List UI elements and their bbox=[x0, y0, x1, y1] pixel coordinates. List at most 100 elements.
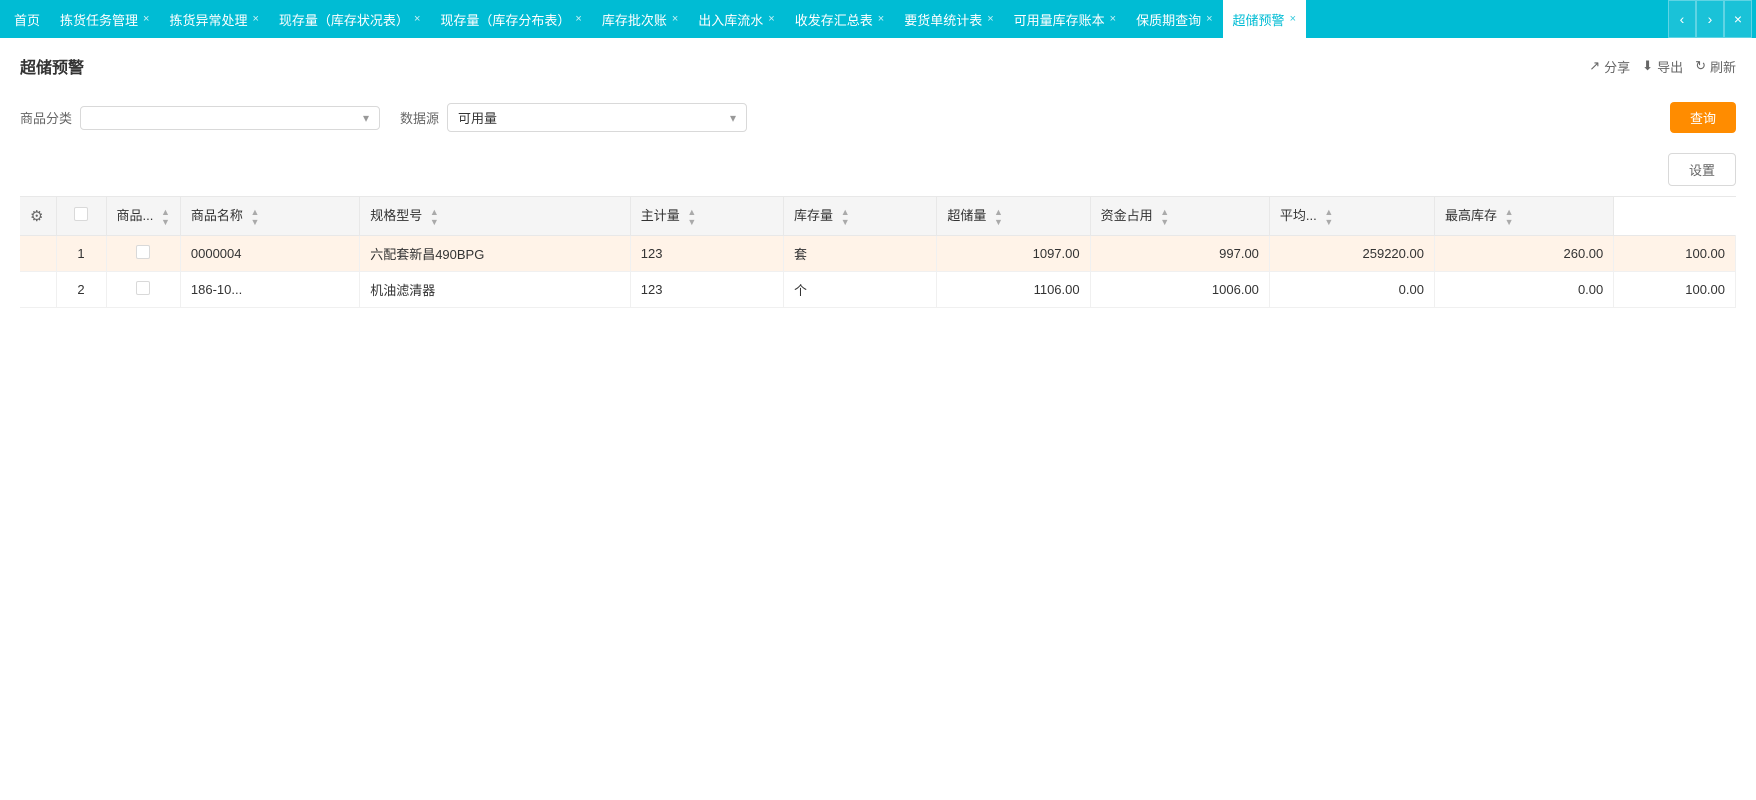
nav-item-requisition-label: 要货单统计表 bbox=[904, 10, 982, 29]
row-overflow-1: 1006.00 bbox=[1090, 271, 1269, 307]
datasource-label: 数据源 bbox=[400, 108, 439, 127]
settings-gear-icon[interactable]: ⚙ bbox=[30, 208, 43, 225]
page-actions: ↗ 分享 ⬇ 导出 ↻ 刷新 bbox=[1589, 57, 1736, 76]
col-header-checkbox bbox=[56, 197, 106, 235]
sort-icon-capital: ▲▼ bbox=[1160, 207, 1169, 227]
nav-item-home[interactable]: 首页 bbox=[4, 0, 50, 38]
nav-item-available-close[interactable]: × bbox=[1110, 13, 1116, 25]
nav-item-home-label: 首页 bbox=[14, 10, 40, 29]
col-header-stock[interactable]: 库存量 ▲▼ bbox=[784, 197, 937, 235]
datasource-chevron-down-icon: ▾ bbox=[730, 111, 736, 125]
row-spec-1: 123 bbox=[630, 271, 783, 307]
page-title: 超储预警 bbox=[20, 54, 84, 78]
row-capital-0: 259220.00 bbox=[1269, 235, 1434, 271]
nav-item-summary-label: 收发存汇总表 bbox=[795, 10, 873, 29]
col-header-product-name[interactable]: 商品名称 ▲▼ bbox=[180, 197, 359, 235]
row-product-name-0: 六配套新昌490BPG bbox=[360, 235, 631, 271]
row-stock-0: 1097.00 bbox=[937, 235, 1090, 271]
nav-item-stock-status[interactable]: 现存量（库存状况表） × bbox=[269, 0, 430, 38]
nav-arrows: ‹ › × bbox=[1668, 0, 1752, 38]
nav-item-overstock-close[interactable]: × bbox=[1290, 13, 1296, 25]
row-avg-1: 0.00 bbox=[1434, 271, 1613, 307]
share-label: 分享 bbox=[1604, 57, 1630, 76]
nav-item-stock-dist-label: 现存量（库存分布表） bbox=[440, 10, 570, 29]
col-header-spec[interactable]: 规格型号 ▲▼ bbox=[360, 197, 631, 235]
nav-item-stock-dist[interactable]: 现存量（库存分布表） × bbox=[430, 0, 591, 38]
nav-item-flow[interactable]: 出入库流水 × bbox=[688, 0, 784, 38]
nav-item-exception-close[interactable]: × bbox=[252, 13, 258, 25]
nav-next-arrow[interactable]: › bbox=[1696, 0, 1724, 38]
share-icon: ↗ bbox=[1589, 58, 1600, 74]
share-button[interactable]: ↗ 分享 bbox=[1589, 57, 1630, 76]
row-index-0: 1 bbox=[56, 235, 106, 271]
nav-item-stock-status-label: 现存量（库存状况表） bbox=[279, 10, 409, 29]
nav-item-available[interactable]: 可用量库存账本 × bbox=[1004, 0, 1126, 38]
col-header-unit[interactable]: 主计量 ▲▼ bbox=[630, 197, 783, 235]
chevron-down-icon: ▾ bbox=[363, 111, 369, 125]
row-product-code-1: 186-10... bbox=[180, 271, 359, 307]
nav-item-flow-label: 出入库流水 bbox=[698, 10, 763, 29]
row-spec-0: 123 bbox=[630, 235, 783, 271]
nav-item-exception[interactable]: 拣货异常处理 × bbox=[159, 0, 268, 38]
col-header-product-code[interactable]: 商品... ▲▼ bbox=[106, 197, 180, 235]
query-button[interactable]: 查询 bbox=[1670, 102, 1736, 133]
sort-icon-product-name: ▲▼ bbox=[251, 207, 260, 227]
col-header-capital[interactable]: 资金占用 ▲▼ bbox=[1090, 197, 1269, 235]
settings-button[interactable]: 设置 bbox=[1668, 153, 1736, 186]
row-gear-0 bbox=[20, 235, 56, 271]
table-row: 1 0000004 六配套新昌490BPG 123 套 1097.00 997.… bbox=[20, 235, 1736, 271]
nav-prev-arrow[interactable]: ‹ bbox=[1668, 0, 1696, 38]
nav-bar: 首页 拣货任务管理 × 拣货异常处理 × 现存量（库存状况表） × 现存量（库存… bbox=[0, 0, 1756, 38]
col-header-max-stock[interactable]: 最高库存 ▲▼ bbox=[1434, 197, 1613, 235]
export-button[interactable]: ⬇ 导出 bbox=[1642, 57, 1683, 76]
nav-item-batch[interactable]: 库存批次账 × bbox=[592, 0, 688, 38]
nav-item-stock-dist-close[interactable]: × bbox=[575, 13, 581, 25]
table-row: 2 186-10... 机油滤清器 123 个 1106.00 1006.00 … bbox=[20, 271, 1736, 307]
nav-item-expiry-close[interactable]: × bbox=[1206, 13, 1212, 25]
nav-item-batch-label: 库存批次账 bbox=[602, 10, 667, 29]
row-checkbox-1[interactable] bbox=[106, 271, 180, 307]
filter-row: 商品分类 ▾ 数据源 可用量 ▾ 查询 bbox=[20, 94, 1736, 141]
refresh-button[interactable]: ↻ 刷新 bbox=[1695, 57, 1736, 76]
nav-item-task[interactable]: 拣货任务管理 × bbox=[50, 0, 159, 38]
category-filter-group: 商品分类 ▾ bbox=[20, 106, 380, 130]
row-checkbox-0[interactable] bbox=[106, 235, 180, 271]
col-header-overflow[interactable]: 超储量 ▲▼ bbox=[937, 197, 1090, 235]
sort-icon-spec: ▲▼ bbox=[430, 207, 439, 227]
row-capital-1: 0.00 bbox=[1269, 271, 1434, 307]
nav-item-overstock[interactable]: 超储预警 × bbox=[1223, 0, 1306, 38]
nav-item-requisition-close[interactable]: × bbox=[987, 13, 993, 25]
row-max-stock-1: 100.00 bbox=[1614, 271, 1736, 307]
sort-icon-max-stock: ▲▼ bbox=[1505, 207, 1514, 227]
nav-item-overstock-label: 超储预警 bbox=[1233, 10, 1285, 29]
select-all-checkbox[interactable] bbox=[74, 207, 88, 221]
row-product-name-1: 机油滤清器 bbox=[360, 271, 631, 307]
row-unit-0: 套 bbox=[784, 235, 937, 271]
table-header-row: ⚙ 商品... ▲▼ 商品名称 ▲▼ 规格型号 ▲▼ 主计 bbox=[20, 197, 1736, 235]
sort-icon-product-code: ▲▼ bbox=[161, 207, 170, 227]
nav-item-expiry[interactable]: 保质期查询 × bbox=[1126, 0, 1222, 38]
col-header-avg[interactable]: 平均... ▲▼ bbox=[1269, 197, 1434, 235]
sort-icon-unit: ▲▼ bbox=[687, 207, 696, 227]
nav-item-stock-status-close[interactable]: × bbox=[414, 13, 420, 25]
nav-close-all-arrow[interactable]: × bbox=[1724, 0, 1752, 38]
nav-item-batch-close[interactable]: × bbox=[672, 13, 678, 25]
sort-icon-avg: ▲▼ bbox=[1324, 207, 1333, 227]
nav-item-summary[interactable]: 收发存汇总表 × bbox=[785, 0, 894, 38]
nav-item-expiry-label: 保质期查询 bbox=[1136, 10, 1201, 29]
datasource-select[interactable]: 可用量 ▾ bbox=[447, 103, 747, 132]
row-overflow-0: 997.00 bbox=[1090, 235, 1269, 271]
nav-item-exception-label: 拣货异常处理 bbox=[169, 10, 247, 29]
refresh-icon: ↻ bbox=[1695, 58, 1706, 74]
sort-icon-overflow: ▲▼ bbox=[994, 207, 1003, 227]
nav-item-requisition[interactable]: 要货单统计表 × bbox=[894, 0, 1003, 38]
nav-item-task-close[interactable]: × bbox=[143, 13, 149, 25]
nav-item-flow-close[interactable]: × bbox=[768, 13, 774, 25]
nav-item-summary-close[interactable]: × bbox=[878, 13, 884, 25]
category-select[interactable]: ▾ bbox=[80, 106, 380, 130]
main-content: 超储预警 ↗ 分享 ⬇ 导出 ↻ 刷新 商品分类 ▾ 数据源 bbox=[0, 38, 1756, 800]
sort-icon-stock: ▲▼ bbox=[841, 207, 850, 227]
row-product-code-0: 0000004 bbox=[180, 235, 359, 271]
row-avg-0: 260.00 bbox=[1434, 235, 1613, 271]
filter-actions: 查询 bbox=[1670, 102, 1736, 133]
